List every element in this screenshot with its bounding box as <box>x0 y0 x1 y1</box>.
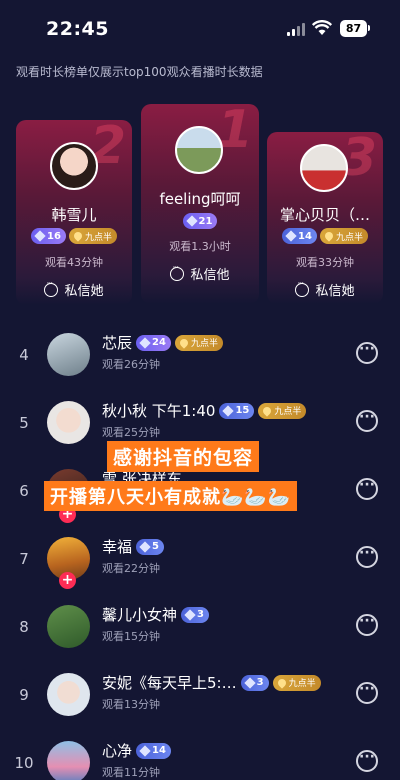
watch-time: 观看15分钟 <box>102 630 160 643</box>
signal-icon <box>287 23 305 36</box>
status-time: 22:45 <box>46 18 109 40</box>
diamond-icon <box>285 230 297 242</box>
chat-icon <box>170 263 185 281</box>
badges: 21 <box>141 213 259 229</box>
chat-icon <box>295 279 310 297</box>
viewer-name: 幸福 5 <box>102 536 164 557</box>
rank-number: 8 <box>19 618 29 636</box>
message-button[interactable]: 私信她 <box>267 279 383 299</box>
diamond-icon <box>243 676 256 689</box>
message-button[interactable]: 私信他 <box>141 263 259 283</box>
message-button[interactable]: 私信她 <box>16 279 132 299</box>
fan-club-badge: 九点半 <box>272 674 321 691</box>
rank-number: 5 <box>19 414 29 432</box>
avatar[interactable] <box>47 401 90 444</box>
watch-time: 观看33分钟 <box>296 256 354 269</box>
chat-icon[interactable]: ··· <box>356 410 378 432</box>
diamond-icon <box>222 404 235 417</box>
avatar[interactable] <box>47 741 90 780</box>
watch-time: 观看43分钟 <box>45 256 103 269</box>
watch-time: 观看11分钟 <box>102 766 160 779</box>
avatar[interactable] <box>50 142 98 190</box>
battery-icon: 87 <box>340 20 370 37</box>
list-item[interactable]: 10 心净 14 观看11分钟 ··· <box>0 730 400 780</box>
viewer-name: 馨儿小女神 3 <box>102 604 209 625</box>
avatar[interactable] <box>175 126 223 174</box>
rank-number: 4 <box>19 346 29 364</box>
diamond-icon <box>184 608 196 621</box>
rank-number: 9 <box>19 686 29 704</box>
chat-icon[interactable]: ··· <box>356 682 378 704</box>
follow-plus-icon[interactable]: + <box>59 572 76 589</box>
avatar[interactable] <box>47 333 90 376</box>
level-badge: 21 <box>182 213 218 229</box>
avatar[interactable] <box>47 673 90 716</box>
diamond-icon <box>139 336 151 349</box>
diamond-icon <box>139 744 151 757</box>
chat-icon[interactable]: ··· <box>356 750 378 772</box>
chat-icon <box>44 279 59 297</box>
viewer-name: 掌心贝贝（… <box>279 206 370 224</box>
diamond-icon <box>185 215 198 227</box>
chat-icon[interactable]: ··· <box>356 614 378 636</box>
level-badge: 3 <box>181 606 209 623</box>
viewer-name: 心净 14 <box>102 740 171 761</box>
fan-club-badge: 九点半 <box>319 228 368 244</box>
list-item[interactable]: 4 芯辰 24 九点半 观看26分钟 ··· <box>0 322 400 390</box>
heart-icon <box>323 230 335 242</box>
watch-time: 观看13分钟 <box>102 698 160 711</box>
viewer-name: 韩雪儿 <box>51 206 97 224</box>
heart-icon <box>178 336 190 349</box>
rank-number: 6 <box>19 482 29 500</box>
watch-time: 观看26分钟 <box>102 358 160 371</box>
ranking-notice: 观看时长榜单仅展示top100观众看播时长数据 <box>16 65 263 79</box>
rank-number: 10 <box>14 754 34 772</box>
level-badge: 5 <box>136 538 164 555</box>
diamond-icon <box>139 540 151 553</box>
list-item[interactable]: 9 安妮《每天早上5:… 3 九点半 观看13分钟 ··· <box>0 662 400 730</box>
status-bar: 22:45 87 <box>0 0 400 56</box>
chat-icon[interactable]: ··· <box>356 546 378 568</box>
list-item[interactable]: 8 馨儿小女神 3 观看15分钟 ··· <box>0 594 400 662</box>
chat-icon[interactable]: ··· <box>356 478 378 500</box>
list-item[interactable]: 7 + 幸福 5 观看22分钟 ··· <box>0 526 400 594</box>
fan-club-badge: 九点半 <box>258 402 307 419</box>
chat-icon[interactable]: ··· <box>356 342 378 364</box>
wifi-icon <box>312 20 332 35</box>
watch-time: 观看1.3小时 <box>169 240 231 253</box>
rank-number: 7 <box>19 550 29 568</box>
badges: 14 九点半 <box>267 228 383 244</box>
viewer-name: 安妮《每天早上5:… 3 九点半 <box>102 672 321 693</box>
podium-rank-2[interactable]: 2 韩雪儿 16 九点半 观看43分钟 私信她 <box>16 120 132 305</box>
watch-time: 观看25分钟 <box>102 426 160 439</box>
avatar[interactable] <box>47 605 90 648</box>
avatar[interactable] <box>300 144 348 192</box>
podium-rank-3[interactable]: 3 掌心贝贝（… 14 九点半 观看33分钟 私信她 <box>267 132 383 304</box>
caption-overlay-2: 开播第八天小有成就🦢🦢🦢 <box>44 481 298 511</box>
badges: 16 九点半 <box>16 228 132 244</box>
level-badge: 14 <box>282 228 317 244</box>
level-badge: 15 <box>219 402 255 419</box>
podium-rank-1[interactable]: 1 feeling呵呵 21 观看1.3小时 私信他 <box>141 104 259 304</box>
fan-club-badge: 九点半 <box>174 334 223 351</box>
heart-icon <box>275 676 288 689</box>
level-badge: 16 <box>31 228 66 244</box>
level-badge: 24 <box>136 334 171 351</box>
watch-time: 观看22分钟 <box>102 562 160 575</box>
viewer-name: 秋小秋 下午1:40 15 九点半 <box>102 400 307 421</box>
viewer-name: 芯辰 24 九点半 <box>102 332 223 353</box>
diamond-icon <box>34 230 46 242</box>
caption-overlay-1: 感谢抖音的包容 <box>107 441 260 472</box>
heart-icon <box>72 230 84 242</box>
level-badge: 3 <box>240 674 269 691</box>
fan-club-badge: 九点半 <box>68 228 117 244</box>
viewer-name: feeling呵呵 <box>159 190 241 208</box>
level-badge: 14 <box>136 742 171 759</box>
heart-icon <box>261 404 274 417</box>
